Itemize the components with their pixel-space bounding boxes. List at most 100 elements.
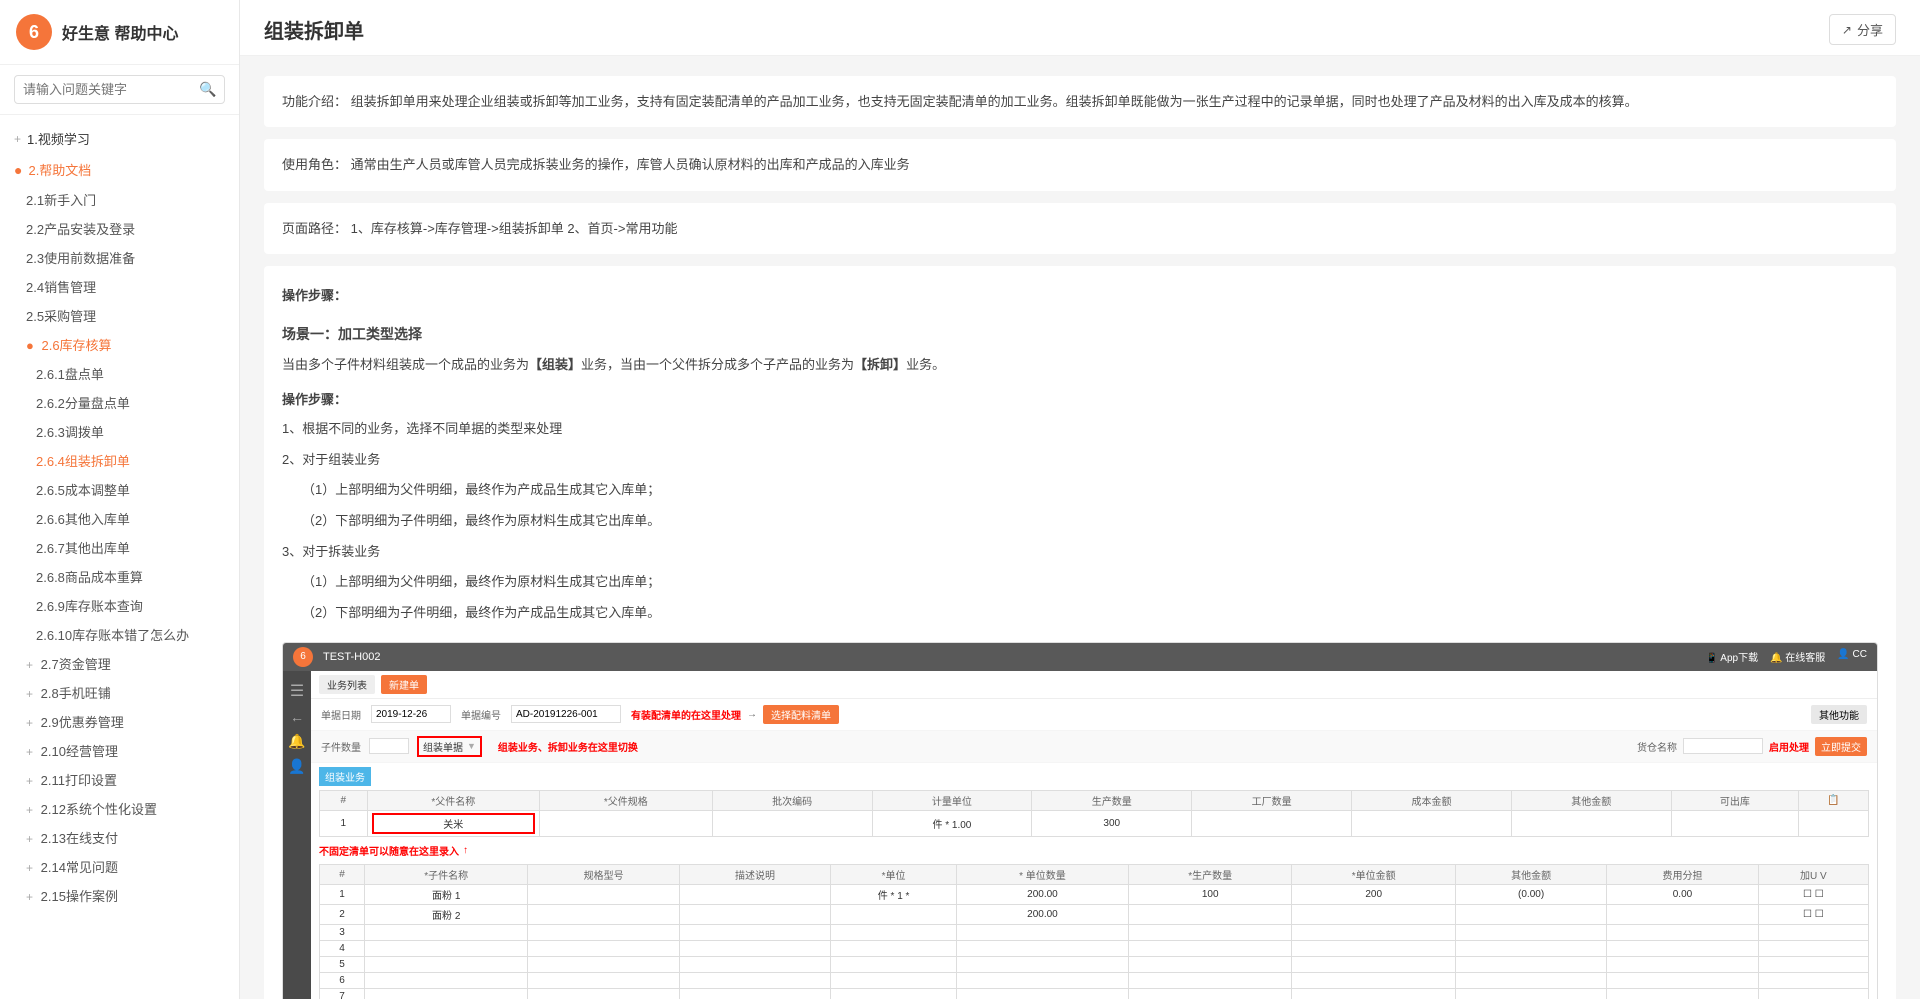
sidebar-item-ledger-query[interactable]: 2.6.9库存账本查询: [0, 591, 239, 620]
ss-col-other: 其他金额: [1511, 790, 1671, 810]
ss-child-col-add: 加U V: [1758, 864, 1868, 884]
sidebar-item-coupon[interactable]: + 2.9优惠券管理: [0, 707, 239, 736]
ss-col-cost: 成本金额: [1352, 790, 1512, 810]
sidebar-item-mobile[interactable]: + 2.8手机旺铺: [0, 678, 239, 707]
content-area: 功能介绍： 组装拆卸单用来处理企业组装或拆卸等加工业务，支持有固定装配清单的产品…: [240, 56, 1920, 999]
logo-area: 6 好生意 帮助中心: [0, 0, 239, 65]
ss-child-col-num: #: [320, 864, 365, 884]
ss-body: ☰ ← 🔔 👤 业务列表 新建单: [283, 671, 1877, 999]
sidebar-item-stocktake[interactable]: 2.6.1盘点单: [0, 359, 239, 388]
role-label: 使用角色：: [282, 157, 347, 172]
ss-anno1-area: 有装配清单的在这里处理 → 选择配料清单: [631, 705, 839, 724]
sidebar-item-video[interactable]: + 1.视频学习: [0, 123, 239, 154]
ss-child-col-share: 费用分担: [1607, 864, 1758, 884]
step2-1: （1）上部明细为父件明细，最终作为产成品生成其它入库单；: [282, 478, 1878, 503]
ss-anno1-text: 有装配清单的在这里处理: [631, 707, 741, 722]
ss-col-parent-name: *父件名称: [367, 790, 540, 810]
sidebar-item-payment[interactable]: + 2.13在线支付: [0, 823, 239, 852]
search-area: 🔍: [0, 65, 239, 115]
ss-child-col-prodqty: *生产数量: [1128, 864, 1291, 884]
sidebar-item-finance[interactable]: + 2.7资金管理: [0, 649, 239, 678]
ss-date-label: 单据日期: [321, 707, 361, 722]
ss-count-input[interactable]: [369, 738, 409, 754]
sidebar-item-newbie[interactable]: 2.1新手入门: [0, 185, 239, 214]
sidebar-item-dataprep[interactable]: 2.3使用前数据准备: [0, 243, 239, 272]
ss-child-col-unit: *单位: [831, 864, 957, 884]
sidebar-item-helpdocs[interactable]: ● 2.帮助文档: [0, 154, 239, 185]
path-block: 页面路径： 1、库存核算->库存管理->组装拆卸单 2、首页->常用功能: [264, 203, 1896, 254]
ops-steps-label: 操作步骤：: [282, 388, 1878, 413]
ss-child-col-spec: 规格型号: [528, 864, 679, 884]
ss-type-chevron: ▼: [467, 741, 476, 751]
ss-logo: 6: [293, 647, 313, 667]
ss-title: TEST-H002: [323, 651, 380, 663]
step3-2: （2）下部明细为子件明细，最终作为产成品生成其它入库单。: [282, 601, 1878, 626]
ss-col-factory: 工厂数量: [1192, 790, 1352, 810]
ss-tab-new[interactable]: 新建单: [381, 675, 427, 694]
sidebar-item-mgmt[interactable]: + 2.10经营管理: [0, 736, 239, 765]
ss-form-area: 业务列表 新建单 单据日期 单据编号: [311, 671, 1877, 999]
sidebar-item-cost-recalc[interactable]: 2.6.8商品成本重算: [0, 562, 239, 591]
plus-icon-mgmt: +: [26, 745, 33, 759]
table-row: 6: [320, 972, 1869, 988]
ss-tab-list[interactable]: 业务列表: [319, 675, 375, 694]
sidebar-item-other-out[interactable]: 2.6.7其他出库单: [0, 533, 239, 562]
path-label: 页面路径：: [282, 221, 347, 236]
ss-anno4-text: 启用处理: [1769, 739, 1809, 754]
ss-col-out: 可出库: [1671, 790, 1798, 810]
sidebar-item-install[interactable]: 2.2产品安装及登录: [0, 214, 239, 243]
ss-nav-bell-icon: 🔔: [288, 733, 305, 750]
table-row: 1 面粉 1 件 * 1 * 200.00 100 200: [320, 884, 1869, 904]
ss-header-right: 📱 App下载 🔔 在线客服 👤 CC: [1706, 649, 1867, 664]
ss-child-col-desc: 描述说明: [679, 864, 830, 884]
step1: 1、根据不同的业务，选择不同单据的类型来处理: [282, 417, 1878, 442]
ss-nav-user-icon: 👤: [288, 758, 305, 775]
ss-child-col-otheramt: 其他金额: [1455, 864, 1606, 884]
sidebar-item-purchase[interactable]: 2.5采购管理: [0, 301, 239, 330]
sidebar-item-cost-adjust[interactable]: 2.6.5成本调整单: [0, 475, 239, 504]
sidebar-item-sales[interactable]: 2.4销售管理: [0, 272, 239, 301]
sidebar-item-transfer[interactable]: 2.6.3调拨单: [0, 417, 239, 446]
nav-tree: + 1.视频学习 ● 2.帮助文档 2.1新手入门 2.2产品安装及登录 2.3…: [0, 115, 239, 999]
sidebar-item-settings[interactable]: + 2.12系统个性化设置: [0, 794, 239, 823]
share-button[interactable]: ↗ 分享: [1829, 14, 1896, 45]
sidebar-item-inventory[interactable]: ● 2.6库存核算: [0, 330, 239, 359]
sidebar-item-faq[interactable]: + 2.14常见问题: [0, 852, 239, 881]
ss-wh-input[interactable]: [1683, 738, 1763, 754]
ss-col-unit: 计量单位: [872, 790, 1032, 810]
ss-submit-btn[interactable]: 立即提交: [1815, 737, 1867, 756]
search-box[interactable]: 🔍: [14, 75, 225, 104]
step2: 2、对于组装业务: [282, 448, 1878, 473]
ss-child-col-unitamt: *单位金额: [1292, 864, 1455, 884]
ss-select-btn[interactable]: 选择配料清单: [763, 705, 839, 724]
ss-num-label: 单据编号: [461, 707, 501, 722]
parent-name-cell: 关米: [372, 813, 536, 834]
role-text: 通常由生产人员或库管人员完成拆装业务的操作，库管人员确认原材料的出库和产成品的入…: [351, 157, 910, 172]
ss-arrow1: →: [747, 709, 757, 720]
search-icon[interactable]: 🔍: [199, 81, 216, 98]
ss-other-btn[interactable]: 其他功能: [1811, 705, 1867, 724]
ss-date-input[interactable]: [371, 705, 451, 723]
ss-num-input[interactable]: [511, 705, 621, 723]
ss-lower-table-area: # *子件名称 规格型号 描述说明 *单位 * 单位数量 *生产数量 *单位金额: [311, 862, 1877, 999]
ss-type-box: 组装单据 ▼: [417, 736, 482, 757]
plus-icon-cases: +: [26, 890, 33, 904]
sidebar-item-other-in[interactable]: 2.6.6其他入库单: [0, 504, 239, 533]
minus-circle-icon: ●: [26, 338, 34, 353]
func-intro-text: 组装拆卸单用来处理企业组装或拆卸等加工业务，支持有固定装配清单的产品加工业务，也…: [351, 94, 1638, 109]
sidebar-item-partial-stocktake[interactable]: 2.6.2分量盘点单: [0, 388, 239, 417]
row-num: 1: [320, 810, 368, 836]
sidebar-item-print[interactable]: + 2.11打印设置: [0, 765, 239, 794]
sidebar: 6 好生意 帮助中心 🔍 + 1.视频学习 ● 2.帮助文档 2.1新手入门 2…: [0, 0, 240, 999]
ss-anno5-text: 不固定清单可以随意在这里录入: [319, 843, 459, 858]
sidebar-item-ledger-fix[interactable]: 2.6.10库存账本错了怎么办: [0, 620, 239, 649]
ss-anno3-text: 组装业务、拆卸业务在这里切换: [498, 739, 638, 754]
share-icon: ↗: [1842, 23, 1852, 37]
ss-type-row: 子件数量 组装单据 ▼ 组装业务、拆卸业务在这里切换: [311, 731, 1877, 763]
ss-nav-home-icon: ☰: [290, 681, 304, 701]
sidebar-item-assembly[interactable]: 2.6.4组装拆卸单: [0, 446, 239, 475]
ss-upper-table-area: 组装业务 # *父件名称 *父件规格 批次编码 计量单位: [311, 763, 1877, 841]
sidebar-item-cases[interactable]: + 2.15操作案例: [0, 881, 239, 910]
search-input[interactable]: [23, 82, 199, 97]
main-header: 组装拆卸单 ↗ 分享: [240, 0, 1920, 56]
